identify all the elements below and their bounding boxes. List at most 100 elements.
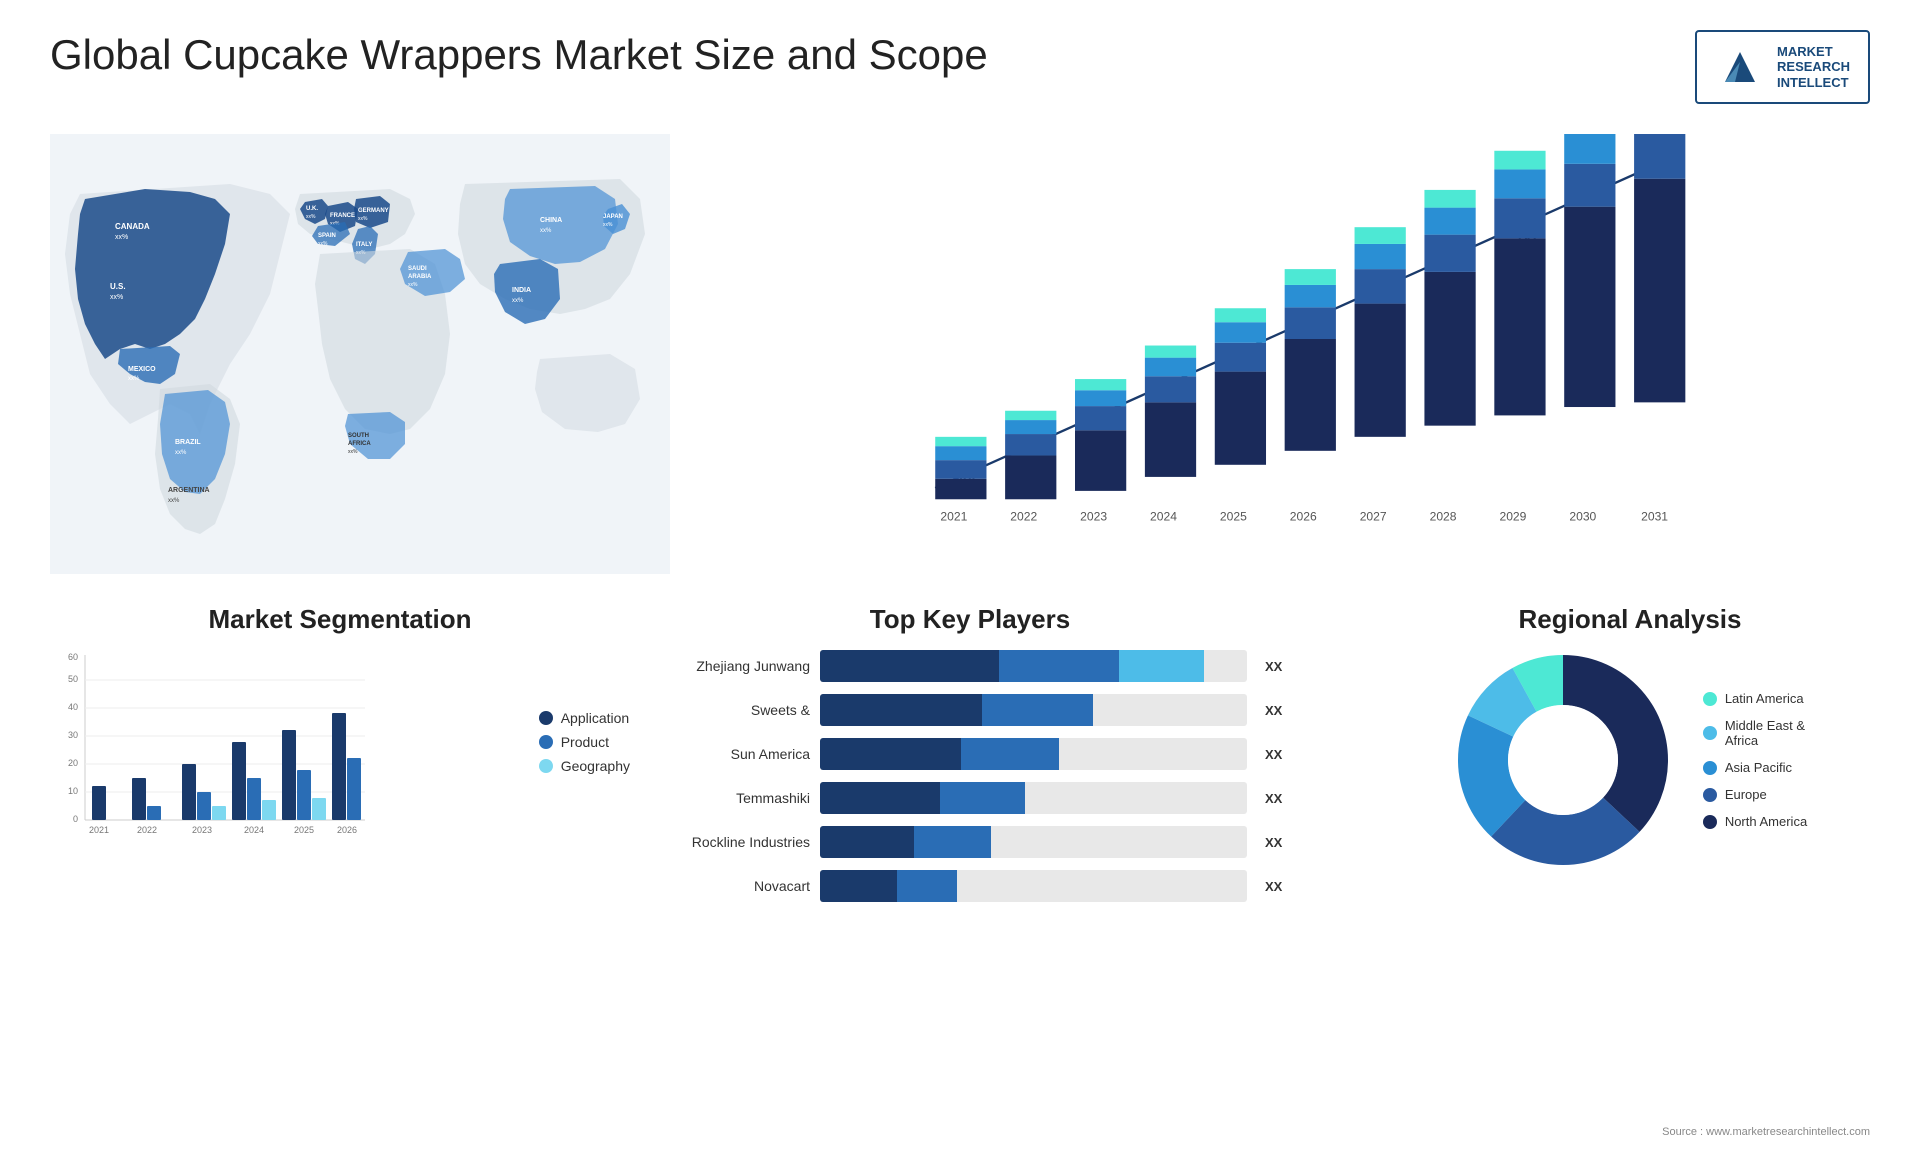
player-row: Novacart XX	[650, 870, 1290, 902]
svg-text:2022: 2022	[137, 825, 157, 835]
segmentation-area: Market Segmentation 0 10 20	[50, 604, 630, 1160]
svg-text:SAUDI: SAUDI	[408, 266, 427, 272]
svg-text:20: 20	[68, 758, 78, 768]
product-dot	[539, 735, 553, 749]
mea-label: Middle East &Africa	[1725, 718, 1805, 748]
player-bar-container	[820, 694, 1247, 726]
player-bar-bg	[820, 650, 1247, 682]
players-area: Top Key Players Zhejiang Junwang XX Swee	[650, 604, 1290, 1160]
svg-text:40: 40	[68, 702, 78, 712]
bar-light	[1119, 650, 1204, 682]
svg-text:2025: 2025	[1220, 510, 1247, 524]
segmentation-chart-svg: 0 10 20 30 40 50 60	[50, 650, 370, 850]
regional-legend-item: Latin America	[1703, 691, 1807, 706]
svg-text:2023: 2023	[1080, 510, 1107, 524]
regional-legend-item: Middle East &Africa	[1703, 718, 1807, 748]
player-bar-container	[820, 738, 1247, 770]
europe-dot	[1703, 788, 1717, 802]
bar-dark	[820, 650, 999, 682]
player-row: Rockline Industries XX	[650, 826, 1290, 858]
svg-text:ARGENTINA: ARGENTINA	[168, 487, 210, 494]
player-value: XX	[1265, 835, 1290, 850]
latin-america-label: Latin America	[1725, 691, 1804, 706]
player-value: XX	[1265, 747, 1290, 762]
svg-text:xx%: xx%	[358, 216, 368, 222]
regional-title: Regional Analysis	[1310, 604, 1920, 635]
svg-text:BRAZIL: BRAZIL	[175, 439, 201, 446]
svg-text:10: 10	[68, 786, 78, 796]
mea-dot	[1703, 726, 1717, 740]
svg-text:2029: 2029	[1499, 510, 1526, 524]
svg-text:2027: 2027	[1360, 510, 1387, 524]
bar-dark	[820, 826, 914, 858]
asia-pacific-dot	[1703, 761, 1717, 775]
bar-dark	[820, 782, 940, 814]
bar-dark	[820, 870, 897, 902]
application-label: Application	[561, 710, 630, 726]
asia-pacific-label: Asia Pacific	[1725, 760, 1792, 775]
map-area: CANADA xx% U.S. xx% MEXICO xx% BRAZIL xx…	[50, 124, 670, 584]
svg-text:xx%: xx%	[128, 376, 140, 382]
product-label: Product	[561, 734, 609, 750]
svg-text:ITALY: ITALY	[356, 242, 372, 248]
player-value: XX	[1265, 659, 1290, 674]
svg-text:0: 0	[73, 814, 78, 824]
svg-text:CANADA: CANADA	[115, 222, 150, 231]
seg-legend-geography: Geography	[539, 758, 630, 774]
svg-text:50: 50	[68, 674, 78, 684]
svg-text:xx%: xx%	[603, 222, 613, 228]
player-row: Sun America XX	[650, 738, 1290, 770]
player-bar-bg	[820, 782, 1247, 814]
bar-dark	[820, 738, 961, 770]
svg-text:2026: 2026	[337, 825, 357, 835]
player-name: Rockline Industries	[650, 834, 810, 850]
svg-text:2021: 2021	[940, 510, 967, 524]
svg-text:FRANCE: FRANCE	[330, 213, 355, 219]
player-value: XX	[1265, 791, 1290, 806]
svg-text:CHINA: CHINA	[540, 217, 562, 224]
seg-legend-application: Application	[539, 710, 630, 726]
svg-text:AFRICA: AFRICA	[348, 441, 371, 447]
player-bar-bg	[820, 870, 1247, 902]
bar-chart-area: XX XX XX XX XX XX XX XX XX XX XX	[690, 124, 1870, 584]
bar-mid	[914, 826, 991, 858]
svg-text:2021: 2021	[89, 825, 109, 835]
bar-mid	[897, 870, 957, 902]
player-bar-bg	[820, 694, 1247, 726]
svg-text:xx%: xx%	[168, 498, 180, 504]
regional-legend-item: Asia Pacific	[1703, 760, 1807, 775]
logo-text: MARKET RESEARCH INTELLECT	[1777, 44, 1850, 91]
main-grid: CANADA xx% U.S. xx% MEXICO xx% BRAZIL xx…	[50, 124, 1870, 1160]
seg-legend: Application Product Geography	[509, 710, 630, 774]
svg-text:U.K.: U.K.	[306, 206, 318, 212]
player-row: Temmashiki XX	[650, 782, 1290, 814]
svg-text:2024: 2024	[244, 825, 264, 835]
player-bar-container	[820, 650, 1247, 682]
svg-text:GERMANY: GERMANY	[358, 208, 389, 214]
svg-text:xx%: xx%	[512, 298, 524, 304]
svg-text:2023: 2023	[192, 825, 212, 835]
player-name: Novacart	[650, 878, 810, 894]
player-value: XX	[1265, 703, 1290, 718]
player-row: Zhejiang Junwang XX	[650, 650, 1290, 682]
page-container: Global Cupcake Wrappers Market Size and …	[0, 0, 1920, 1146]
regional-legend-item: Europe	[1703, 787, 1807, 802]
player-bar-bg	[820, 738, 1247, 770]
players-title: Top Key Players	[650, 604, 1290, 635]
bar-mid	[999, 650, 1119, 682]
svg-text:xx%: xx%	[540, 228, 552, 234]
regional-legend: Latin America Middle East &Africa Asia P…	[1703, 691, 1807, 829]
regional-area: Regional Analysis	[1310, 604, 1920, 1160]
growth-chart-svg: XX XX XX XX XX XX XX XX XX XX XX	[710, 134, 1850, 544]
geography-label: Geography	[561, 758, 630, 774]
svg-text:xx%: xx%	[348, 449, 358, 455]
svg-text:xx%: xx%	[110, 294, 123, 301]
player-name: Temmashiki	[650, 790, 810, 806]
svg-text:2028: 2028	[1430, 510, 1457, 524]
svg-text:MEXICO: MEXICO	[128, 366, 156, 373]
svg-text:ARABIA: ARABIA	[408, 274, 432, 280]
svg-text:xx%: xx%	[318, 241, 328, 247]
player-name: Sweets &	[650, 702, 810, 718]
world-map-svg: CANADA xx% U.S. xx% MEXICO xx% BRAZIL xx…	[50, 124, 670, 584]
svg-text:2030: 2030	[1569, 510, 1596, 524]
